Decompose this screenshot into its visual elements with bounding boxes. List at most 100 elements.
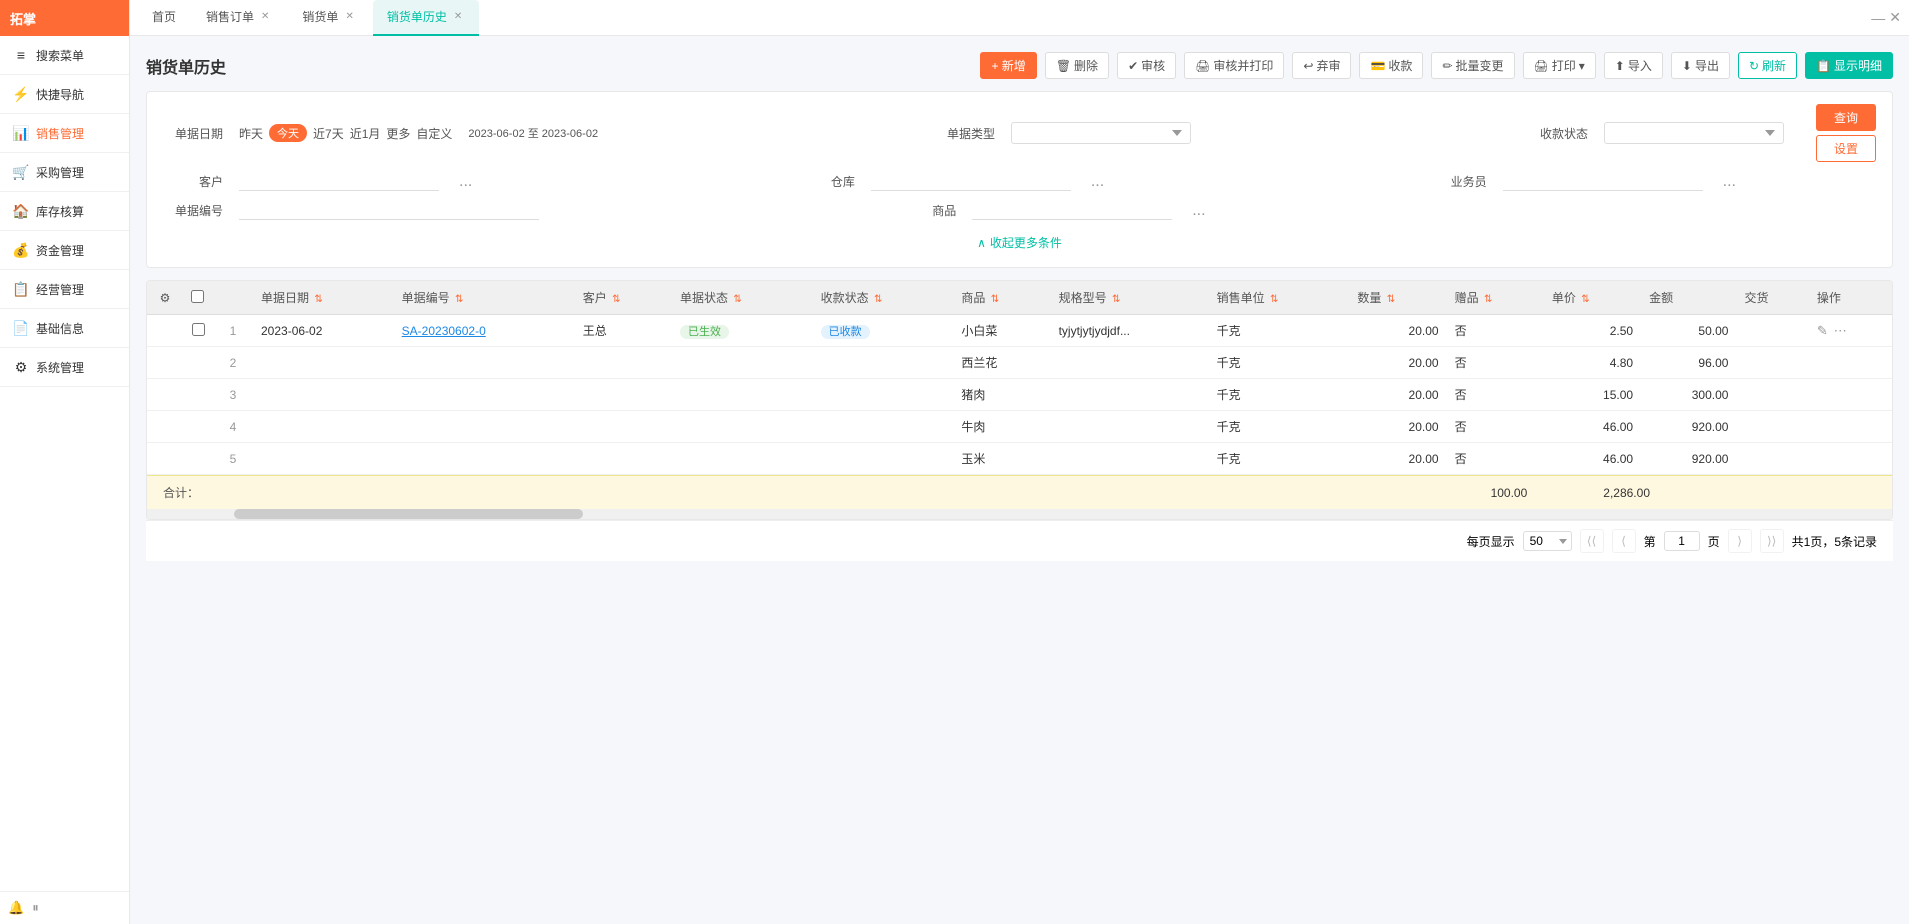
audit-button[interactable]: ✔ 审核 — [1117, 52, 1176, 79]
sidebar-item-search-menu[interactable]: ≡ 搜索菜单 — [0, 36, 129, 75]
date-yesterday[interactable]: 昨天 — [239, 125, 263, 142]
edit-icon[interactable]: ✎ — [1817, 323, 1828, 339]
minimize-icon[interactable]: — — [1871, 10, 1885, 26]
date-range-display: 2023-06-02 至 2023-06-02 — [468, 125, 598, 141]
export-button[interactable]: ⬇ 导出 — [1671, 52, 1730, 79]
prev-page-button[interactable]: ⟨ — [1612, 529, 1636, 553]
customer-input[interactable] — [239, 172, 439, 191]
scrollbar-thumb[interactable] — [234, 509, 583, 519]
page-input[interactable] — [1664, 531, 1700, 551]
payment-status-select[interactable] — [1604, 122, 1784, 144]
row-settings-cell — [147, 443, 183, 475]
row-transaction — [1736, 443, 1808, 475]
doc-no-link[interactable]: SA-20230602-0 — [402, 324, 486, 338]
doc-type-select[interactable] — [1011, 122, 1191, 144]
warehouse-input[interactable] — [871, 172, 1071, 191]
tab-sales-order[interactable]: 销售订单 ✕ — [192, 0, 286, 36]
sidebar-item-sales-mgmt[interactable]: 📊 销售管理 — [0, 114, 129, 153]
per-page-select[interactable]: 50 20 100 — [1523, 531, 1572, 551]
sidebar-item-basic-info[interactable]: 📄 基础信息 — [0, 309, 129, 348]
pause-icon[interactable]: ⏸ — [32, 900, 39, 916]
row-qty: 20.00 — [1349, 347, 1446, 379]
first-page-button[interactable]: ⟨⟨ — [1580, 529, 1604, 553]
col-date[interactable]: 单据日期 ⇅ — [253, 281, 394, 315]
basic-info-icon: 📄 — [12, 319, 30, 337]
col-gift-label: 赠品 — [1455, 291, 1479, 305]
row-checkbox-cell[interactable] — [183, 443, 213, 475]
row-checkbox-cell[interactable] — [183, 379, 213, 411]
col-doc-no[interactable]: 单据编号 ⇅ — [394, 281, 575, 315]
col-price[interactable]: 单价 ⇅ — [1544, 281, 1641, 315]
warehouse-more-icon[interactable]: ... — [1087, 173, 1108, 191]
row-no: 2 — [213, 347, 253, 379]
goods-more-icon[interactable]: ... — [1188, 202, 1209, 220]
col-qty[interactable]: 数量 ⇅ — [1349, 281, 1446, 315]
notification-icon[interactable]: 🔔 — [8, 900, 24, 916]
col-goods[interactable]: 商品 ⇅ — [953, 281, 1050, 315]
row-date — [253, 411, 394, 443]
row-checkbox-cell[interactable] — [183, 347, 213, 379]
col-settings[interactable]: ⚙ — [147, 281, 183, 315]
row-pay-status — [813, 443, 954, 475]
row-checkbox-cell[interactable] — [183, 315, 213, 347]
business-input[interactable] — [1503, 172, 1703, 191]
collapse-button[interactable]: ∧ 收起更多条件 — [163, 230, 1876, 255]
close-window-icon[interactable]: ✕ — [1889, 9, 1901, 26]
goods-label: 商品 — [896, 202, 956, 219]
sidebar-item-quick-nav[interactable]: ⚡ 快捷导航 — [0, 75, 129, 114]
display-detail-button[interactable]: 📋 显示明细 — [1805, 52, 1893, 79]
sidebar-item-finance-mgmt[interactable]: 💰 资金管理 — [0, 231, 129, 270]
footer-qty: 100.00 — [1491, 486, 1588, 500]
sidebar-item-inventory[interactable]: 🏠 库存核算 — [0, 192, 129, 231]
more-icon[interactable]: ⋯ — [1834, 323, 1847, 339]
sidebar-item-ops-mgmt[interactable]: 📋 经营管理 — [0, 270, 129, 309]
audit-print-button[interactable]: 🖨 审核并打印 — [1184, 52, 1284, 79]
sidebar-item-purchase-mgmt[interactable]: 🛒 采购管理 — [0, 153, 129, 192]
business-more-icon[interactable]: ... — [1719, 173, 1740, 191]
col-unit[interactable]: 销售单位 ⇅ — [1209, 281, 1350, 315]
new-button[interactable]: + 新增 — [980, 52, 1036, 79]
row-checkbox[interactable] — [192, 323, 205, 336]
col-doc-status[interactable]: 单据状态 ⇅ — [672, 281, 813, 315]
date-today[interactable]: 今天 — [269, 124, 307, 142]
import-button[interactable]: ⬆ 导入 — [1604, 52, 1663, 79]
row-date — [253, 347, 394, 379]
col-customer[interactable]: 客户 ⇅ — [575, 281, 672, 315]
customer-more-icon[interactable]: ... — [455, 173, 476, 191]
tab-sales-history[interactable]: 销货单历史 ✕ — [373, 0, 479, 36]
tab-sales-order-close[interactable]: ✕ — [258, 10, 272, 23]
doc-no-input[interactable] — [239, 201, 539, 220]
tab-home[interactable]: 首页 — [138, 0, 190, 36]
set-button[interactable]: 设置 — [1816, 135, 1876, 162]
collect-button[interactable]: 💳 收款 — [1359, 52, 1423, 79]
sidebar-item-sys-mgmt[interactable]: ⚙ 系统管理 — [0, 348, 129, 387]
batch-change-button[interactable]: ✏ 批量变更 — [1431, 52, 1514, 79]
goods-input[interactable] — [972, 201, 1172, 220]
tab-sales-goods[interactable]: 销货单 ✕ — [288, 0, 370, 36]
col-spec[interactable]: 规格型号 ⇅ — [1051, 281, 1209, 315]
select-all-checkbox[interactable] — [191, 290, 204, 303]
delete-button[interactable]: 🗑 删除 — [1045, 52, 1109, 79]
table-settings-icon[interactable]: ⚙ — [160, 291, 171, 305]
abandon-button[interactable]: ↩ 弃审 — [1292, 52, 1351, 79]
tab-sales-history-close[interactable]: ✕ — [451, 10, 465, 23]
batch-change-icon: ✏ — [1442, 59, 1452, 73]
refresh-button[interactable]: ↻ 刷新 — [1738, 52, 1797, 79]
col-checkbox[interactable] — [183, 281, 213, 315]
horizontal-scrollbar[interactable] — [147, 509, 1892, 519]
last-page-button[interactable]: ⟩⟩ — [1760, 529, 1784, 553]
row-spec — [1051, 443, 1209, 475]
col-pay-status[interactable]: 收款状态 ⇅ — [813, 281, 954, 315]
row-checkbox-cell[interactable] — [183, 411, 213, 443]
col-gift[interactable]: 赠品 ⇅ — [1447, 281, 1544, 315]
next-page-button[interactable]: ⟩ — [1728, 529, 1752, 553]
sales-mgmt-icon: 📊 — [12, 124, 30, 142]
date-7days[interactable]: 近7天 — [313, 125, 344, 142]
tab-sales-goods-close[interactable]: ✕ — [342, 10, 356, 23]
print-button[interactable]: 🖨 打印 ▾ — [1523, 52, 1596, 79]
date-custom[interactable]: 自定义 — [416, 125, 452, 142]
date-more[interactable]: 更多 — [386, 125, 410, 142]
query-button[interactable]: 查询 — [1816, 104, 1876, 131]
row-date — [253, 379, 394, 411]
date-1month[interactable]: 近1月 — [350, 125, 381, 142]
